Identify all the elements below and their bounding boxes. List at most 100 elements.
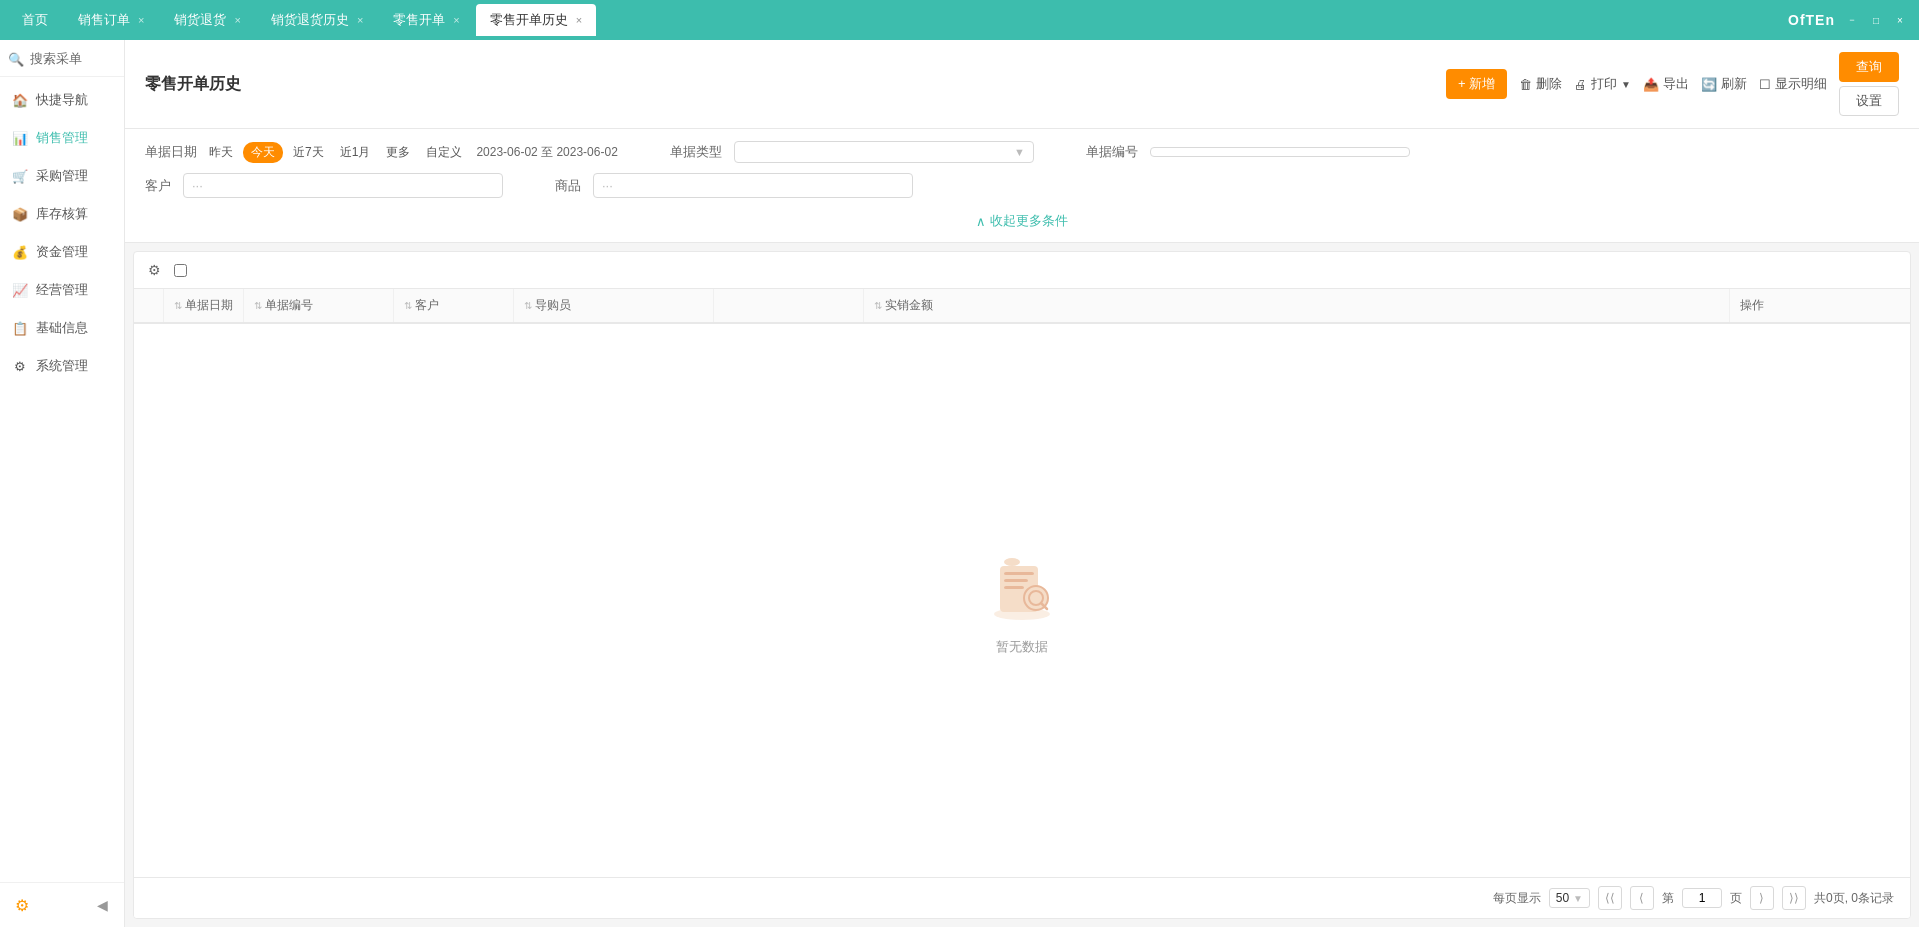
th-salesperson[interactable]: ⇅ 导购员 (514, 289, 714, 322)
print-dropdown-icon: ▼ (1621, 79, 1631, 90)
prev-page-button[interactable]: ⟨ (1630, 886, 1654, 910)
type-select[interactable]: ▼ (734, 141, 1034, 163)
sidebar-item-system[interactable]: ⚙ 系统管理 (0, 347, 124, 385)
product-filter: 商品 ··· (555, 173, 913, 198)
customer-input[interactable]: ··· (183, 173, 503, 198)
top-nav-bar: 首页 销售订单 × 销货退货 × 销货退货历史 × 零售开单 × 零售开单历史 … (0, 0, 1919, 40)
page-size-select[interactable]: 50 ▼ (1549, 888, 1590, 908)
new-button[interactable]: + 新增 (1446, 69, 1507, 99)
collapse-row: ∧ 收起更多条件 (145, 208, 1899, 230)
next-page-button[interactable]: ⟩ (1750, 886, 1774, 910)
th-customer[interactable]: ⇅ 客户 (394, 289, 514, 322)
number-filter: 单据编号 (1086, 143, 1410, 161)
th-number-label: 单据编号 (265, 297, 313, 314)
first-page-button[interactable]: ⟨⟨ (1598, 886, 1622, 910)
close-return-history-icon[interactable]: × (357, 14, 363, 26)
tab-retail-open-history[interactable]: 零售开单历史 × (476, 4, 596, 36)
refresh-button[interactable]: 🔄 刷新 (1701, 75, 1747, 93)
th-date[interactable]: ⇅ 单据日期 (164, 289, 244, 322)
table-body: 暂无数据 (134, 324, 1910, 877)
th-number[interactable]: ⇅ 单据编号 (244, 289, 394, 322)
type-filter-label: 单据类型 (670, 143, 722, 161)
type-select-arrow: ▼ (1014, 146, 1025, 158)
select-all-checkbox[interactable] (174, 264, 187, 277)
sidebar-item-inventory-label: 库存核算 (36, 205, 88, 223)
query-button[interactable]: 查询 (1839, 52, 1899, 82)
delete-button[interactable]: 🗑 删除 (1519, 75, 1562, 93)
date-filter: 单据日期 昨天 今天 近7天 近1月 更多 自定义 2023-06-02 至 2… (145, 142, 618, 163)
tab-sales-return-history[interactable]: 销货退货历史 × (257, 4, 377, 36)
finance-icon: 💰 (12, 244, 28, 260)
refresh-icon: 🔄 (1701, 77, 1717, 92)
print-icon: 🖨 (1574, 77, 1587, 92)
product-filter-label: 商品 (555, 177, 581, 195)
sidebar-search-label: 搜索采单 (30, 50, 82, 68)
date-btn-today[interactable]: 今天 (243, 142, 283, 163)
close-sales-return-icon[interactable]: × (234, 14, 240, 26)
home-icon: 🏠 (12, 92, 28, 108)
sidebar-item-purchase-mgmt[interactable]: 🛒 采购管理 (0, 157, 124, 195)
export-button[interactable]: 📤 导出 (1643, 75, 1689, 93)
sidebar-search[interactable]: 🔍 搜索采单 (0, 40, 124, 77)
collapse-label: 收起更多条件 (990, 212, 1068, 230)
delete-label: 删除 (1536, 75, 1562, 93)
tab-home[interactable]: 首页 (8, 4, 62, 36)
tab-retail-open-history-label: 零售开单历史 (490, 11, 568, 29)
sidebar-item-finance[interactable]: 💰 资金管理 (0, 233, 124, 271)
date-btn-custom[interactable]: 自定义 (420, 142, 468, 163)
sidebar-item-sales-mgmt[interactable]: 📊 销售管理 (0, 119, 124, 157)
print-button[interactable]: 🖨 打印 ▼ (1574, 75, 1631, 93)
th-empty-col (714, 289, 864, 322)
sidebar-items: 🏠 快捷导航 📊 销售管理 🛒 采购管理 📦 库存核算 💰 资金管理 📈 (0, 77, 124, 882)
sort-amount-icon: ⇅ (874, 300, 882, 311)
minimize-button[interactable]: － (1845, 13, 1859, 27)
close-sales-order-icon[interactable]: × (138, 14, 144, 26)
settings-button[interactable]: 设置 (1839, 86, 1899, 116)
collapse-sidebar-icon[interactable]: ◀ (88, 891, 116, 919)
tab-sales-return[interactable]: 销货退货 × (160, 4, 254, 36)
number-input[interactable] (1150, 147, 1410, 157)
sidebar-item-quick-nav-label: 快捷导航 (36, 91, 88, 109)
sort-number-icon: ⇅ (254, 300, 262, 311)
content-area: 零售开单历史 + 新增 🗑 删除 🖨 打印 ▼ 📤 导出 🔄 (125, 40, 1919, 927)
sort-salesperson-icon: ⇅ (524, 300, 532, 311)
tab-retail-open[interactable]: 零售开单 × (379, 4, 473, 36)
sales-icon: 📊 (12, 130, 28, 146)
collapse-button[interactable]: ∧ 收起更多条件 (976, 208, 1068, 230)
close-retail-open-history-icon[interactable]: × (576, 14, 582, 26)
th-amount[interactable]: ⇅ 实销金额 (864, 289, 1730, 322)
type-filter: 单据类型 ▼ (670, 141, 1034, 163)
tab-home-label: 首页 (22, 11, 48, 29)
sidebar-item-basic-info-label: 基础信息 (36, 319, 88, 337)
product-input[interactable]: ··· (593, 173, 913, 198)
product-dots: ··· (602, 178, 613, 193)
sidebar-item-quick-nav[interactable]: 🏠 快捷导航 (0, 81, 124, 119)
sidebar-item-inventory[interactable]: 📦 库存核算 (0, 195, 124, 233)
sidebar: 🔍 搜索采单 🏠 快捷导航 📊 销售管理 🛒 采购管理 📦 库存核算 💰 (0, 40, 125, 927)
last-page-button[interactable]: ⟩⟩ (1782, 886, 1806, 910)
date-btn-7days[interactable]: 近7天 (287, 142, 330, 163)
maximize-button[interactable]: □ (1869, 13, 1883, 27)
date-btn-more[interactable]: 更多 (380, 142, 416, 163)
sidebar-item-basic-info[interactable]: 📋 基础信息 (0, 309, 124, 347)
settings-bottom-icon[interactable]: ⚙ (8, 891, 36, 919)
display-button[interactable]: ☐ 显示明细 (1759, 75, 1827, 93)
date-btn-yesterday[interactable]: 昨天 (203, 142, 239, 163)
close-button[interactable]: × (1893, 13, 1907, 27)
page-header: 零售开单历史 + 新增 🗑 删除 🖨 打印 ▼ 📤 导出 🔄 (125, 40, 1919, 129)
tab-sales-order[interactable]: 销售订单 × (64, 4, 158, 36)
date-btn-1month[interactable]: 近1月 (334, 142, 377, 163)
display-checkbox-icon: ☐ (1759, 77, 1771, 92)
table-toolbar: ⚙ (134, 252, 1910, 289)
customer-dots: ··· (192, 178, 203, 193)
sidebar-item-finance-label: 资金管理 (36, 243, 88, 261)
refresh-label: 刷新 (1721, 75, 1747, 93)
brand-text: OfTEn (1788, 12, 1835, 28)
sidebar-item-operations[interactable]: 📈 经营管理 (0, 271, 124, 309)
sort-customer-icon: ⇅ (404, 300, 412, 311)
page-number-input[interactable]: 1 (1682, 888, 1722, 908)
delete-icon: 🗑 (1519, 77, 1532, 92)
table-settings-icon[interactable]: ⚙ (142, 258, 166, 282)
close-retail-open-icon[interactable]: × (453, 14, 459, 26)
table-header: ⇅ 单据日期 ⇅ 单据编号 ⇅ 客户 ⇅ 导购员 ⇅ 实销 (134, 289, 1910, 324)
